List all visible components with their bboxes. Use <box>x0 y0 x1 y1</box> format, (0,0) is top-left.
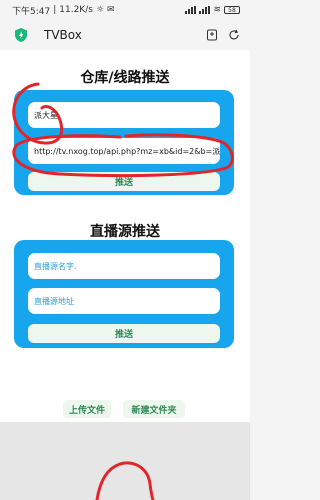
battery-icon: 58 <box>224 6 240 14</box>
status-separator: | <box>53 5 57 15</box>
live-title: 直播源推送 <box>90 224 160 240</box>
live-name-input[interactable]: 直播源名字. <box>28 253 220 279</box>
new-folder-button[interactable]: 新建文件夹 <box>123 400 185 418</box>
live-push-button[interactable]: 推送 <box>28 324 220 343</box>
cell-signal-2-icon <box>199 6 211 14</box>
shield-icon[interactable] <box>13 27 29 43</box>
status-left: 下午5:47 | 11.2K/s ☼ ✉ <box>12 4 115 17</box>
status-time: 下午5:47 <box>12 6 51 17</box>
refresh-icon[interactable] <box>228 29 240 41</box>
browser-bar: TVBox <box>0 20 250 50</box>
bottom-area <box>0 422 250 500</box>
wifi-icon: ≋ <box>213 5 221 15</box>
status-bar: 下午5:47 | 11.2K/s ☼ ✉ ≋ 58 <box>0 0 250 20</box>
warehouse-title: 仓库/线路推送 <box>80 70 170 86</box>
app-icon: ✉ <box>107 5 115 15</box>
bookmark-icon[interactable] <box>206 29 218 41</box>
warehouse-name-input[interactable]: 派大星 <box>28 102 220 128</box>
notification-icon: ☼ <box>95 5 105 15</box>
battery-level: 58 <box>228 6 236 14</box>
browser-title: TVBox <box>44 28 82 42</box>
warehouse-url-input[interactable]: http://tv.nxog.top/api.php?mz=xb&id=2&b=… <box>28 138 220 164</box>
live-url-input[interactable]: 直播源地址 <box>28 288 220 314</box>
warehouse-push-button[interactable]: 推送 <box>28 172 220 191</box>
live-panel: 直播源名字. 直播源地址 推送 <box>14 240 234 348</box>
status-speed: 11.2K/s <box>59 5 93 15</box>
cell-signal-icon <box>185 6 197 14</box>
upload-file-button[interactable]: 上传文件 <box>63 400 111 418</box>
page-content: 仓库/线路推送 派大星 http://tv.nxog.top/api.php?m… <box>0 50 250 422</box>
warehouse-panel: 派大星 http://tv.nxog.top/api.php?mz=xb&id=… <box>14 90 234 195</box>
status-right: ≋ 58 <box>185 5 240 15</box>
browser-actions <box>206 29 240 41</box>
